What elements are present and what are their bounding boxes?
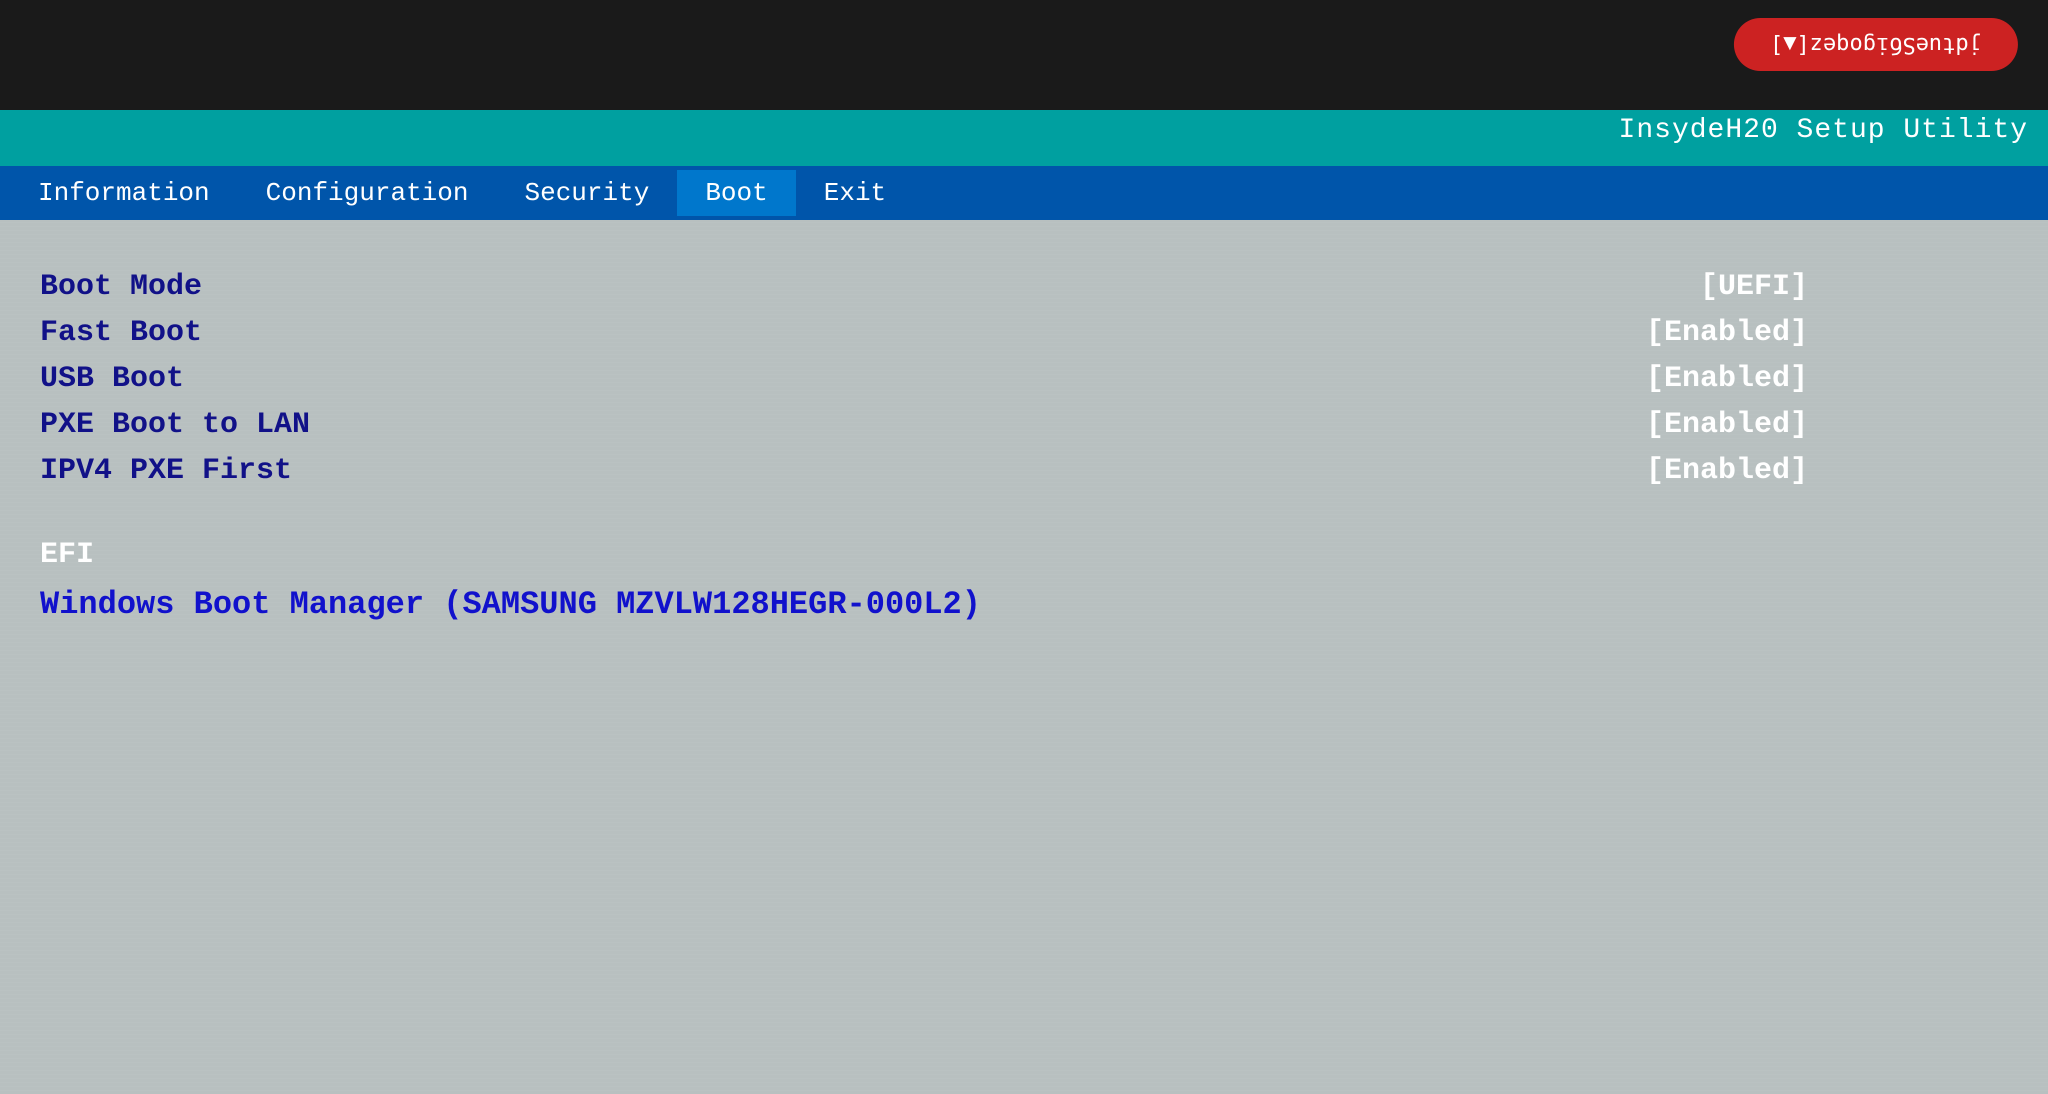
efi-section: EFI Windows Boot Manager (SAMSUNG MZVLW1… [40, 538, 2008, 623]
setting-label-pxe-boot: PXE Boot to LAN [40, 408, 440, 442]
setting-label-boot-mode: Boot Mode [40, 270, 440, 304]
setting-row-usb-boot[interactable]: USB Boot [Enabled] [40, 362, 2008, 396]
setting-row-fast-boot[interactable]: Fast Boot [Enabled] [40, 316, 2008, 350]
setting-value-ipv4: [Enabled] [1646, 454, 2008, 488]
nav-item-information[interactable]: Information [10, 170, 238, 216]
setting-label-ipv4: IPV4 PXE First [40, 454, 440, 488]
settings-section: Boot Mode [UEFI] Fast Boot [Enabled] USB… [40, 270, 2008, 488]
nav-item-configuration[interactable]: Configuration [238, 170, 497, 216]
setting-value-usb-boot: [Enabled] [1646, 362, 2008, 396]
nav-item-exit[interactable]: Exit [796, 170, 914, 216]
setting-label-usb-boot: USB Boot [40, 362, 440, 396]
setting-value-pxe-boot: [Enabled] [1646, 408, 2008, 442]
efi-device[interactable]: Windows Boot Manager (SAMSUNG MZVLW128HE… [40, 586, 2008, 623]
main-content: Boot Mode [UEFI] Fast Boot [Enabled] USB… [0, 220, 2048, 1094]
setting-row-pxe-boot[interactable]: PXE Boot to LAN [Enabled] [40, 408, 2008, 442]
setting-row-ipv4[interactable]: IPV4 PXE First [Enabled] [40, 454, 2008, 488]
bios-title: InsydeH20 Setup Utility [1619, 115, 2028, 146]
setting-value-boot-mode: [UEFI] [1700, 270, 2008, 304]
nav-item-security[interactable]: Security [496, 170, 677, 216]
setting-row-boot-mode[interactable]: Boot Mode [UEFI] [40, 270, 2008, 304]
watermark-badge: jdtueSбigoqez[▲] [1734, 18, 2018, 71]
efi-section-label: EFI [40, 538, 2008, 572]
setting-label-fast-boot: Fast Boot [40, 316, 440, 350]
nav-item-boot[interactable]: Boot [677, 170, 795, 216]
setting-value-fast-boot: [Enabled] [1646, 316, 2008, 350]
nav-bar: Information Configuration Security Boot … [0, 166, 2048, 220]
